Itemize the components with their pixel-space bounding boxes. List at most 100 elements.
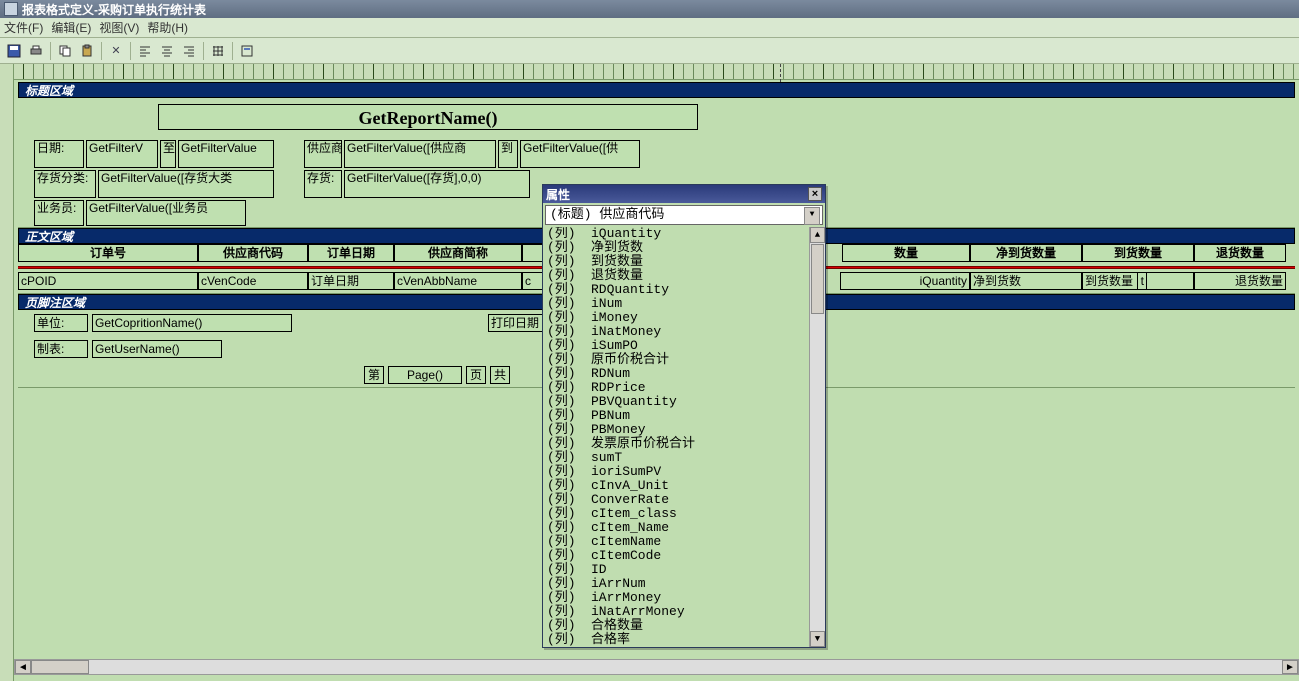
cell-vencode[interactable]: cVenCode	[198, 272, 308, 290]
close-icon[interactable]: ×	[808, 187, 822, 201]
col-net-arr[interactable]: 净到货数量	[970, 244, 1082, 262]
col-return[interactable]: 退货数量	[1194, 244, 1286, 262]
property-list-item[interactable]: (列)iNatArrMoney	[543, 605, 825, 619]
col-vendor-code[interactable]: 供应商代码	[198, 244, 308, 262]
property-selector-combo[interactable]: (标题) 供应商代码	[545, 205, 823, 225]
property-list-item[interactable]: (列)到货数量	[543, 255, 825, 269]
delete-button[interactable]: ✕	[106, 41, 126, 61]
field-vendor-from[interactable]: GetFilterValue([供应商	[344, 140, 496, 168]
property-list-item[interactable]: (列)RDPrice	[543, 381, 825, 395]
scroll-thumb[interactable]	[31, 660, 89, 674]
property-list-item[interactable]: (列)cItem_Name	[543, 521, 825, 535]
menu-file[interactable]: 文件(F)	[4, 19, 43, 36]
properties-window[interactable]: 属性 × (标题) 供应商代码 ▲ ▼ (列)iQuantity(列)净到货数(…	[542, 184, 826, 648]
cell-netarr[interactable]: 净到货数	[970, 272, 1082, 290]
align-center-button[interactable]	[157, 41, 177, 61]
property-list-item[interactable]: (列)合格数量	[543, 619, 825, 633]
property-list-item[interactable]: (列)iNatMoney	[543, 325, 825, 339]
cell-venabbr[interactable]: cVenAbbName	[394, 272, 522, 290]
col-vendor-abbr[interactable]: 供应商简称	[394, 244, 522, 262]
scroll-track[interactable]	[31, 660, 1282, 674]
property-list-item[interactable]: (列)iSumPO	[543, 339, 825, 353]
vertical-scrollbar[interactable]: ▲ ▼	[809, 227, 825, 647]
field-biz[interactable]: GetFilterValue([业务员	[86, 200, 246, 226]
col-order-no[interactable]: 订单号	[18, 244, 198, 262]
field-vendor-to[interactable]: GetFilterValue([供	[520, 140, 640, 168]
property-list-item[interactable]: (列)合格率	[543, 633, 825, 647]
scroll-thumb[interactable]	[811, 244, 824, 314]
property-list-item[interactable]: (列)ID	[543, 563, 825, 577]
field-date-to[interactable]: GetFilterValue	[178, 140, 274, 168]
label-print-date[interactable]: 打印日期	[488, 314, 544, 332]
save-button[interactable]	[4, 41, 24, 61]
align-right-button[interactable]	[179, 41, 199, 61]
field-date-from[interactable]: GetFilterV	[86, 140, 158, 168]
property-list[interactable]: ▲ ▼ (列)iQuantity(列)净到货数(列)到货数量(列)退货数量(列)…	[543, 227, 825, 647]
cell-iquantity[interactable]: iQuantity	[840, 272, 970, 290]
property-list-item[interactable]: (列)原币价税合计	[543, 353, 825, 367]
label-date[interactable]: 日期:	[34, 140, 84, 168]
col-qty[interactable]: 数量	[842, 244, 970, 262]
grid-button[interactable]	[208, 41, 228, 61]
property-list-item[interactable]: (列)PBVQuantity	[543, 395, 825, 409]
label-biz[interactable]: 业务员:	[34, 200, 84, 226]
property-list-item[interactable]: (列)iMoney	[543, 311, 825, 325]
cell-cpoid[interactable]: cPOID	[18, 272, 198, 290]
property-list-item[interactable]: (列)RDNum	[543, 367, 825, 381]
label-maker[interactable]: 制表:	[34, 340, 88, 358]
scroll-right-icon[interactable]: ►	[1282, 660, 1298, 674]
label-page-ye[interactable]: 页	[466, 366, 486, 384]
properties-titlebar[interactable]: 属性 ×	[543, 185, 825, 203]
property-list-item[interactable]: (列)ioriSumPV	[543, 465, 825, 479]
property-list-item[interactable]: (列)RDQuantity	[543, 283, 825, 297]
property-list-item[interactable]: (列)cItemCode	[543, 549, 825, 563]
field-unit[interactable]: GetCopritionName()	[92, 314, 292, 332]
report-title-field[interactable]: GetReportName()	[158, 104, 698, 130]
field-page-fn[interactable]: Page()	[388, 366, 462, 384]
property-list-item[interactable]: (列)cItemName	[543, 535, 825, 549]
col-trunc[interactable]	[522, 244, 544, 262]
scroll-up-icon[interactable]: ▲	[810, 227, 825, 243]
property-list-item[interactable]: (列)iNum	[543, 297, 825, 311]
align-left-button[interactable]	[135, 41, 155, 61]
col-arr-qty[interactable]: 到货数量	[1082, 244, 1194, 262]
label-vendor-to[interactable]: 到	[498, 140, 518, 168]
section-title-bar[interactable]: 标题区域	[18, 82, 1295, 98]
property-list-item[interactable]: (列)净到货数	[543, 241, 825, 255]
menu-help[interactable]: 帮助(H)	[147, 19, 188, 36]
property-list-item[interactable]: (列)PBMoney	[543, 423, 825, 437]
property-list-item[interactable]: (列)sumT	[543, 451, 825, 465]
property-list-item[interactable]: (列)发票原币价税合计	[543, 437, 825, 451]
property-list-item[interactable]: (列)退货数量	[543, 269, 825, 283]
menu-edit[interactable]: 编辑(E)	[51, 19, 91, 36]
properties-button[interactable]	[237, 41, 257, 61]
menu-view[interactable]: 视图(V)	[99, 19, 139, 36]
scroll-left-icon[interactable]: ◄	[15, 660, 31, 674]
field-inv[interactable]: GetFilterValue([存货],0,0)	[344, 170, 530, 198]
label-page-di[interactable]: 第	[364, 366, 384, 384]
label-unit[interactable]: 单位:	[34, 314, 88, 332]
property-list-item[interactable]: (列)ConverRate	[543, 493, 825, 507]
property-list-item[interactable]: (列)iArrNum	[543, 577, 825, 591]
label-inv[interactable]: 存货:	[304, 170, 342, 198]
cell-date[interactable]: 订单日期	[308, 272, 394, 290]
print-button[interactable]	[26, 41, 46, 61]
paste-button[interactable]	[77, 41, 97, 61]
field-invcat[interactable]: GetFilterValue([存货大类	[98, 170, 274, 198]
label-invcat[interactable]: 存货分类:	[34, 170, 96, 198]
col-order-date[interactable]: 订单日期	[308, 244, 394, 262]
label-to[interactable]: 至	[160, 140, 176, 168]
scroll-down-icon[interactable]: ▼	[810, 631, 825, 647]
label-page-gong[interactable]: 共	[490, 366, 510, 384]
horizontal-scrollbar[interactable]: ◄ ►	[14, 659, 1299, 675]
property-list-item[interactable]: (列)PBNum	[543, 409, 825, 423]
property-list-item[interactable]: (列)iQuantity	[543, 227, 825, 241]
label-vendor[interactable]: 供应商	[304, 140, 342, 168]
field-maker[interactable]: GetUserName()	[92, 340, 222, 358]
property-list-item[interactable]: (列)cInvA_Unit	[543, 479, 825, 493]
cell-return[interactable]: 退货数量	[1194, 272, 1286, 290]
cell-trunc-right[interactable]: t	[1137, 272, 1147, 290]
copy-button[interactable]	[55, 41, 75, 61]
property-list-item[interactable]: (列)cItem_class	[543, 507, 825, 521]
property-list-item[interactable]: (列)iArrMoney	[543, 591, 825, 605]
